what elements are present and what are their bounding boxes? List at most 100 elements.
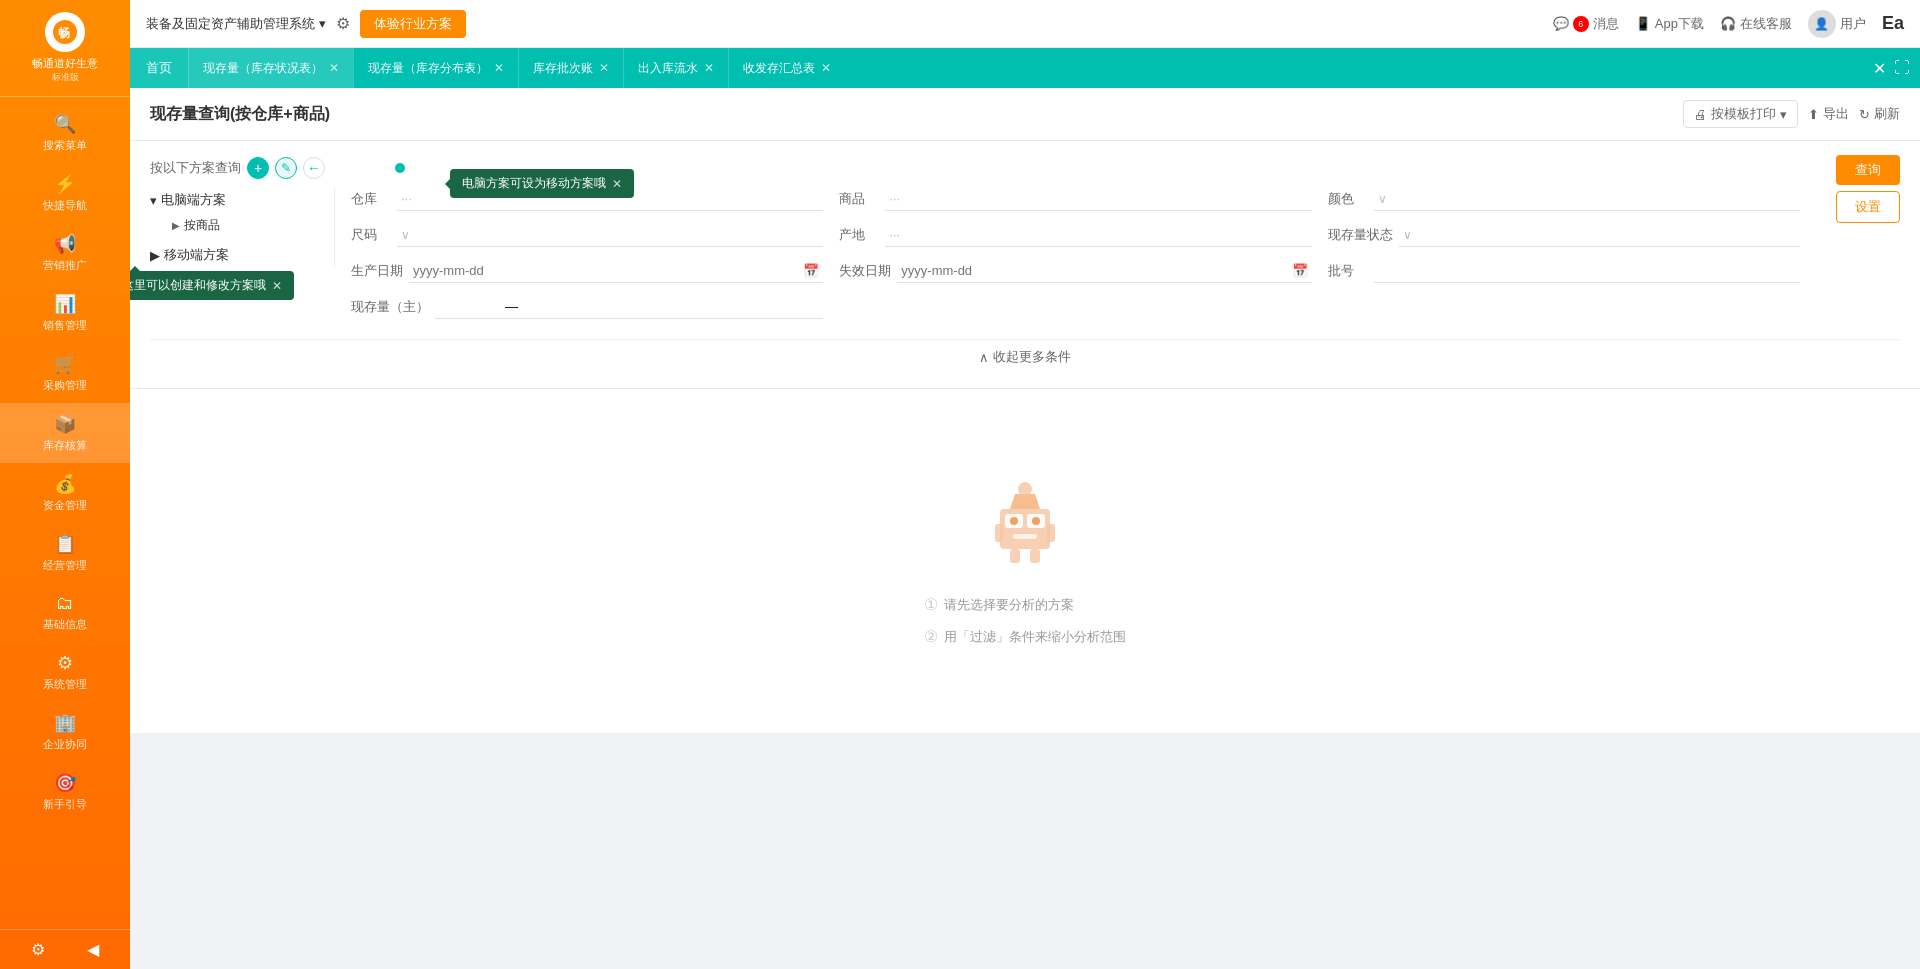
stock-main-field: 现存量（主） — xyxy=(351,295,823,319)
tab-end-actions: ✕ ⛶ xyxy=(1863,59,1920,78)
tab-inventory-dist-label: 现存量（库存分布表） xyxy=(368,60,488,77)
svg-point-13 xyxy=(1018,482,1032,496)
tab-recv-summary-label: 收发存汇总表 xyxy=(743,60,815,77)
tab-inout[interactable]: 出入库流水 ✕ xyxy=(623,48,728,88)
user-btn[interactable]: 👤 用户 xyxy=(1808,10,1866,38)
service-icon: 🎧 xyxy=(1720,16,1736,31)
chevron-right-mobile: ▶ xyxy=(150,248,160,263)
stock-main-input-wrap[interactable]: — xyxy=(435,295,823,319)
guide-icon: 🎯 xyxy=(54,772,76,794)
size-down: ∨ xyxy=(401,228,410,242)
sidebar-item-marketing-label: 营销推广 xyxy=(43,258,87,273)
arrow-scheme-btn[interactable]: ← xyxy=(303,157,325,179)
tab-home-label: 首页 xyxy=(146,59,172,77)
logo-badge: 标准版 xyxy=(52,71,79,84)
edit-scheme-btn[interactable]: ✎ xyxy=(275,157,297,179)
prod-date-label: 生产日期 xyxy=(351,262,403,280)
goods-select[interactable]: ··· xyxy=(885,187,1311,211)
collapse-btn[interactable]: ∧ 收起更多条件 xyxy=(979,348,1071,366)
msg-label: 消息 xyxy=(1593,15,1619,33)
tab-fullscreen-icon[interactable]: ⛶ xyxy=(1894,59,1910,77)
size-select[interactable]: ∨ xyxy=(397,224,823,247)
sidebar-item-enterprise[interactable]: 🏢 企业协同 xyxy=(0,702,130,762)
system-title-select[interactable]: 装备及固定资产辅助管理系统 ▾ xyxy=(146,15,326,33)
empty-state: ① 请先选择要分析的方案 ② 用「过滤」条件来缩小分析范围 xyxy=(130,389,1920,733)
tab-batch[interactable]: 库存批次账 ✕ xyxy=(518,48,623,88)
settings-bottom-icon[interactable]: ⚙ xyxy=(31,940,45,959)
tab-inventory-status-close[interactable]: ✕ xyxy=(329,61,339,75)
sales-icon: 📊 xyxy=(54,293,76,315)
sidebar-logo: 畅 畅通道好生意 标准版 xyxy=(0,0,130,97)
sidebar-item-quick[interactable]: ⚡ 快捷导航 xyxy=(0,163,130,223)
prod-date-calendar-icon[interactable]: 📅 xyxy=(803,263,819,278)
stock-state-label: 现存量状态 xyxy=(1328,226,1393,244)
tooltip-scheme-close[interactable]: ✕ xyxy=(612,177,622,191)
add-scheme-btn[interactable]: + xyxy=(247,157,269,179)
sidebar-item-marketing[interactable]: 📢 营销推广 xyxy=(0,223,130,283)
sidebar-item-base[interactable]: 🗂 基础信息 xyxy=(0,583,130,642)
svg-rect-10 xyxy=(1010,549,1020,563)
sidebar-item-search[interactable]: 🔍 搜索菜单 xyxy=(0,103,130,163)
tab-recv-summary-close[interactable]: ✕ xyxy=(821,61,831,75)
svg-rect-7 xyxy=(1013,534,1037,539)
scheme-item-goods[interactable]: ▶ 按商品 xyxy=(166,213,326,238)
origin-field: 产地 ··· xyxy=(839,223,1311,247)
topbar-right: 💬 6 消息 📱 App下载 🎧 在线客服 👤 用户 Ea xyxy=(1553,10,1904,38)
batch-input[interactable] xyxy=(1378,263,1796,278)
expire-date-calendar-icon[interactable]: 📅 xyxy=(1292,263,1308,278)
topbar: 装备及固定资产辅助管理系统 ▾ ⚙ 体验行业方案 💬 6 消息 📱 App下载 … xyxy=(130,0,1920,48)
topbar-settings-icon[interactable]: ⚙ xyxy=(336,14,350,33)
size-label: 尺码 xyxy=(351,226,391,244)
sidebar-item-operation[interactable]: 📋 经营管理 xyxy=(0,523,130,583)
scheme-desktop-toggle[interactable]: ▾ 电脑端方案 xyxy=(150,187,326,213)
tab-inventory-dist-close[interactable]: ✕ xyxy=(494,61,504,75)
export-btn[interactable]: ⬆ 导出 xyxy=(1808,105,1849,123)
Ea-label: Ea xyxy=(1882,13,1904,34)
tab-recv-summary[interactable]: 收发存汇总表 ✕ xyxy=(728,48,845,88)
batch-input-wrap[interactable] xyxy=(1374,259,1800,283)
collapse-sidebar-icon[interactable]: ◀ xyxy=(87,940,99,959)
stock-main-to[interactable] xyxy=(524,299,584,314)
filter-fields: 仓库 ··· 商品 ··· xyxy=(335,187,1900,331)
print-btn[interactable]: 🖨 按模板打印 ▾ xyxy=(1683,100,1798,128)
scheme-mobile-group: ▶ 移动端方案 xyxy=(150,242,326,268)
scheme-desktop-items: ▶ 按商品 xyxy=(150,213,326,238)
sidebar-item-inventory[interactable]: 📦 库存核算 xyxy=(0,403,130,463)
stock-state-select[interactable]: ∨ xyxy=(1399,224,1800,247)
tab-batch-close[interactable]: ✕ xyxy=(599,61,609,75)
reset-btn[interactable]: 设置 xyxy=(1836,191,1900,223)
origin-select[interactable]: ··· xyxy=(885,223,1311,247)
expire-date-input-wrap[interactable]: 📅 xyxy=(897,259,1311,283)
quick-icon: ⚡ xyxy=(54,173,76,195)
online-service-btn[interactable]: 🎧 在线客服 xyxy=(1720,15,1792,33)
tab-inventory-status[interactable]: 现存量（库存状况表） ✕ xyxy=(188,48,353,88)
tooltip-scheme: 电脑方案可设为移动方案哦 ✕ xyxy=(450,169,634,198)
svg-rect-8 xyxy=(995,524,1003,542)
expire-date-input[interactable] xyxy=(901,263,1287,278)
tab-home[interactable]: 首页 xyxy=(130,48,188,88)
tooltip-create-close[interactable]: ✕ xyxy=(272,279,282,293)
sidebar-item-system[interactable]: ⚙ 系统管理 xyxy=(0,642,130,702)
empty-tip-2: ② 用「过滤」条件来缩小分析范围 xyxy=(924,621,1126,653)
sidebar-item-base-label: 基础信息 xyxy=(43,617,87,632)
prod-date-input[interactable] xyxy=(413,263,799,278)
msg-btn[interactable]: 💬 6 消息 xyxy=(1553,15,1619,33)
stock-main-label: 现存量（主） xyxy=(351,298,429,316)
avatar-icon: 👤 xyxy=(1814,17,1829,31)
tab-close-all-icon[interactable]: ✕ xyxy=(1873,59,1886,78)
scheme-mobile-toggle[interactable]: ▶ 移动端方案 xyxy=(150,242,326,268)
sidebar-item-guide[interactable]: 🎯 新手引导 xyxy=(0,762,130,822)
trial-btn[interactable]: 体验行业方案 xyxy=(360,10,466,38)
app-download-btn[interactable]: 📱 App下载 xyxy=(1635,15,1704,33)
color-select[interactable]: ∨ xyxy=(1374,188,1800,211)
sidebar-item-finance[interactable]: 💰 资金管理 xyxy=(0,463,130,523)
avatar: 👤 xyxy=(1808,10,1836,38)
prod-date-input-wrap[interactable]: 📅 xyxy=(409,259,823,283)
search-btn[interactable]: 查询 xyxy=(1836,155,1900,185)
tab-inventory-dist[interactable]: 现存量（库存分布表） ✕ xyxy=(353,48,518,88)
stock-main-from[interactable] xyxy=(439,299,499,314)
sidebar-item-sales[interactable]: 📊 销售管理 xyxy=(0,283,130,343)
tab-inout-close[interactable]: ✕ xyxy=(704,61,714,75)
sidebar-item-purchase[interactable]: 🛒 采购管理 xyxy=(0,343,130,403)
refresh-btn[interactable]: ↻ 刷新 xyxy=(1859,105,1900,123)
